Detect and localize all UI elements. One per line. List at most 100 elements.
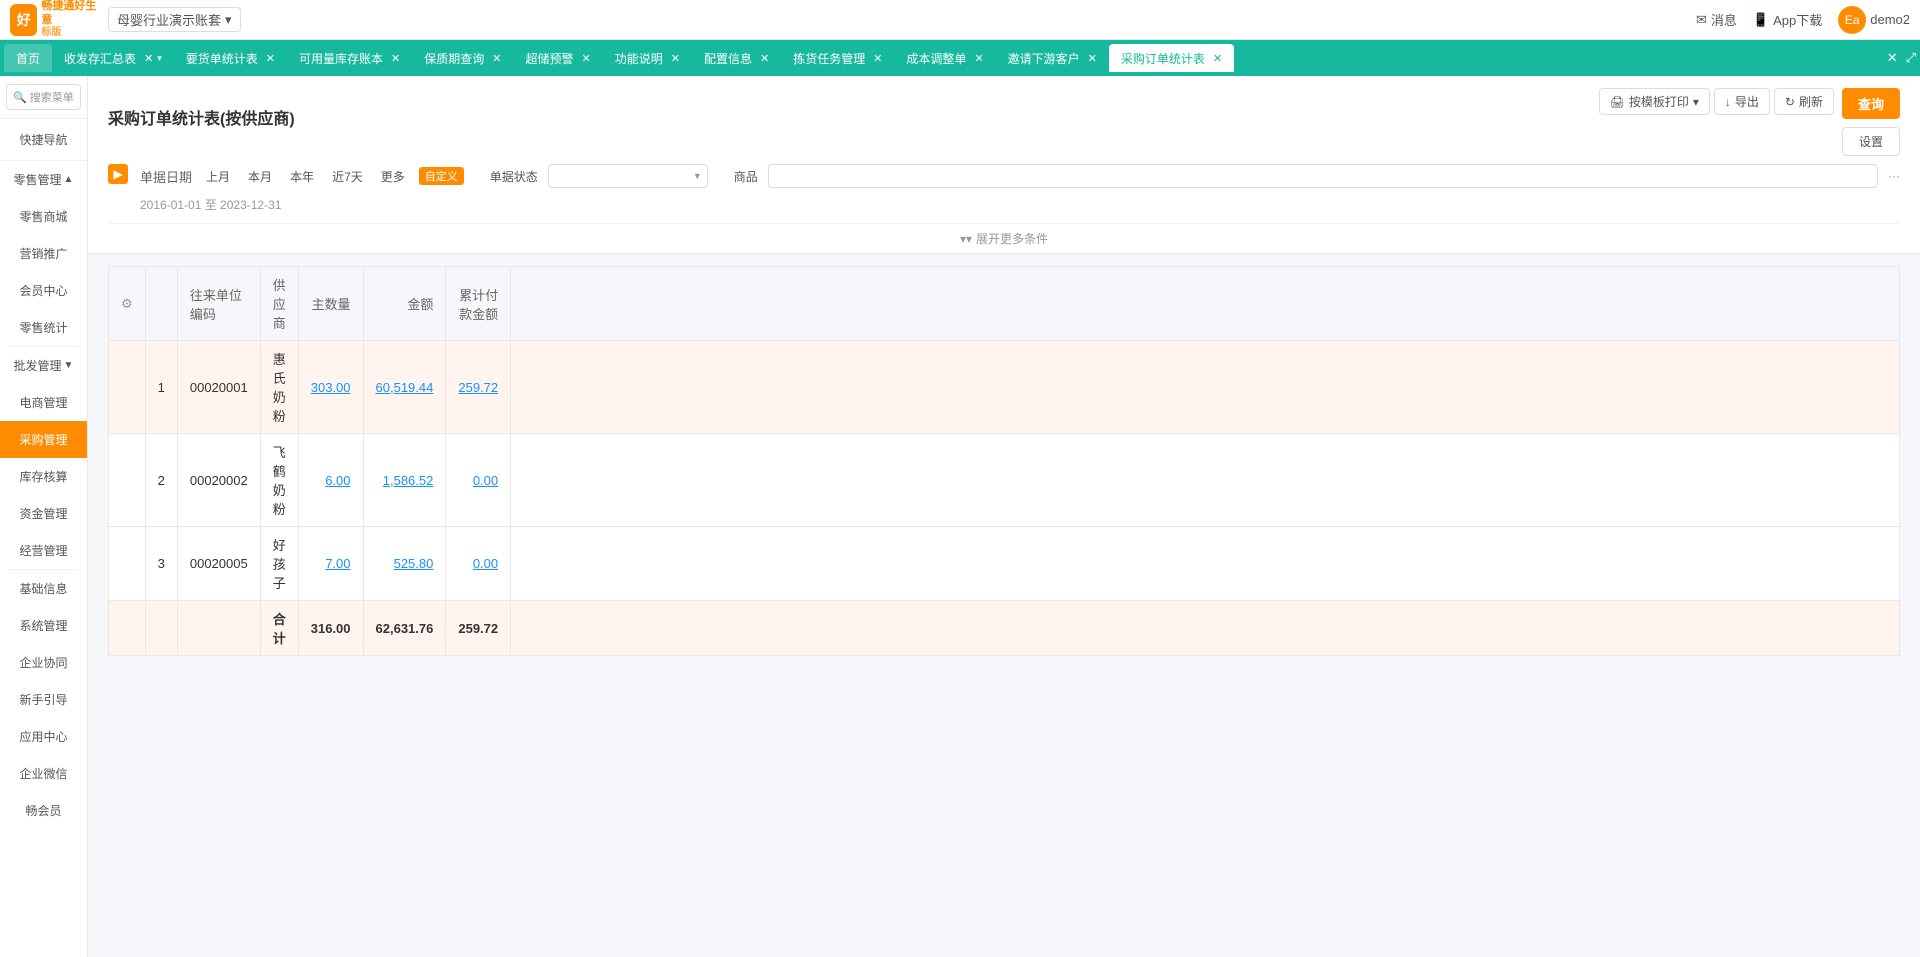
row-settings-cell	[109, 434, 146, 527]
message-button[interactable]: ✉ 消息	[1696, 10, 1737, 29]
chevron-down-icon: ▾	[157, 53, 162, 64]
row-settings-cell	[109, 341, 146, 434]
tab-function-desc[interactable]: 功能说明 ✕	[603, 44, 692, 72]
tab-close-function-desc[interactable]: ✕	[671, 52, 680, 65]
tab-expiry-query[interactable]: 保质期查询 ✕	[412, 44, 513, 72]
tab-home[interactable]: 首页	[4, 44, 52, 72]
tab-cost-adjust[interactable]: 成本调整单 ✕	[894, 44, 995, 72]
sidebar-item-member-center[interactable]: 会员中心	[0, 272, 87, 309]
tab-config-info[interactable]: 配置信息 ✕	[692, 44, 781, 72]
sidebar-item-quick-nav[interactable]: 快捷导航	[0, 123, 87, 156]
top-bar-right: ✉ 消息 📱 App下载 Ea demo2	[1696, 6, 1910, 34]
column-settings-icon[interactable]: ⚙	[121, 296, 133, 311]
row-settings-cell	[109, 527, 146, 601]
shortcut-this-year[interactable]: 本年	[286, 167, 318, 186]
tab-close-expiry-query[interactable]: ✕	[492, 52, 501, 65]
sidebar-item-retail-stats[interactable]: 零售统计	[0, 309, 87, 346]
footer-paid-cell: 259.72	[446, 601, 511, 656]
sidebar-item-basic-info[interactable]: 基础信息	[0, 570, 87, 607]
search-menu-button[interactable]: 🔍 搜索菜单	[6, 84, 81, 110]
avatar: Ea	[1838, 6, 1866, 34]
user-profile[interactable]: Ea demo2	[1838, 6, 1910, 34]
extra-cell	[511, 527, 1900, 601]
paid-amount-cell[interactable]: 259.72	[446, 341, 511, 434]
page-title: 采购订单统计表(按供应商)	[108, 105, 295, 129]
tab-close-cost-adjust[interactable]: ✕	[974, 52, 983, 65]
tab-close-invite-downstream[interactable]: ✕	[1088, 52, 1097, 65]
print-button[interactable]: 🖨 按模板打印 ▾	[1599, 88, 1710, 115]
tab-close-goods-summary[interactable]: ✕	[266, 52, 275, 65]
sidebar-item-enterprise-wechat[interactable]: 企业微信	[0, 755, 87, 792]
tab-goods-summary[interactable]: 要货单统计表 ✕	[174, 44, 287, 72]
sidebar-item-retail-mgmt[interactable]: 零售管理 ▲	[0, 161, 87, 198]
tab-close-purchase-summary[interactable]: ✕	[1213, 52, 1222, 65]
sidebar-item-enterprise-coop[interactable]: 企业协同	[0, 644, 87, 681]
workspace-selector[interactable]: 母婴行业演示账套 ▾	[108, 7, 241, 32]
tab-overstock-warning[interactable]: 超储预警 ✕	[513, 44, 602, 72]
sidebar-item-business-mgmt[interactable]: 经营管理	[0, 532, 87, 569]
supplier-code-cell: 00020005	[177, 527, 260, 601]
status-select[interactable]	[548, 164, 708, 188]
sidebar-item-vip-member[interactable]: 畅会员	[0, 792, 87, 829]
sidebar-item-wholesale-mgmt[interactable]: 批发管理 ▼	[0, 347, 87, 384]
sidebar-item-fund-mgmt[interactable]: 资金管理	[0, 495, 87, 532]
refresh-icon: ↻	[1785, 95, 1795, 109]
tab-close-receive-summary[interactable]: ✕	[144, 52, 153, 65]
filter-toggle-button[interactable]: ▶	[108, 164, 128, 184]
nav-right-icons: ✕ ⤢	[1887, 50, 1916, 66]
data-table: ⚙ 往来单位编码 供应商 主数量 金额 累计付款金额 1 00020001	[108, 266, 1900, 656]
tab-inventory-ledger[interactable]: 可用量库存账本 ✕	[287, 44, 412, 72]
footer-label-cell	[177, 601, 260, 656]
main-qty-cell[interactable]: 303.00	[298, 341, 363, 434]
sidebar-item-app-center[interactable]: 应用中心	[0, 718, 87, 755]
shortcut-more[interactable]: 更多	[377, 167, 409, 186]
amount-cell[interactable]: 60,519.44	[363, 341, 446, 434]
shortcut-this-month[interactable]: 本月	[244, 167, 276, 186]
status-filter-label: 单据状态	[490, 168, 538, 185]
footer-extra-cell	[511, 601, 1900, 656]
footer-amount-cell: 62,631.76	[363, 601, 446, 656]
export-icon: ↓	[1725, 95, 1731, 109]
sidebar-item-retail-mall[interactable]: 零售商城	[0, 198, 87, 235]
sidebar-item-system-mgmt[interactable]: 系统管理	[0, 607, 87, 644]
refresh-button[interactable]: ↻ 刷新	[1774, 88, 1834, 115]
tab-close-pick-task[interactable]: ✕	[873, 52, 882, 65]
sidebar-item-ecommerce-mgmt[interactable]: 电商管理	[0, 384, 87, 421]
tab-close-inventory-ledger[interactable]: ✕	[391, 52, 400, 65]
tab-close-overstock-warning[interactable]: ✕	[582, 52, 591, 65]
message-icon: ✉	[1696, 12, 1707, 28]
footer-supplier-cell: 合计	[260, 601, 298, 656]
settings-button[interactable]: 设置	[1842, 127, 1900, 156]
main-qty-cell[interactable]: 7.00	[298, 527, 363, 601]
shortcut-7days[interactable]: 近7天	[328, 167, 367, 186]
tab-invite-downstream[interactable]: 邀请下游客户 ✕	[996, 44, 1109, 72]
supplier-code-cell: 00020001	[177, 341, 260, 434]
nav-close-icon[interactable]: ✕	[1887, 50, 1898, 66]
paid-amount-cell[interactable]: 0.00	[446, 434, 511, 527]
sidebar-item-new-guide[interactable]: 新手引导	[0, 681, 87, 718]
goods-filter-label: 商品	[734, 168, 758, 185]
main-qty-cell[interactable]: 6.00	[298, 434, 363, 527]
expand-more-button[interactable]: ▾▾ 展开更多条件	[960, 230, 1048, 247]
custom-date-badge[interactable]: 自定义	[419, 167, 464, 185]
tab-pick-task[interactable]: 拣货任务管理 ✕	[781, 44, 894, 72]
sidebar-search-area: 🔍 搜索菜单	[0, 76, 87, 119]
amount-cell[interactable]: 1,586.52	[363, 434, 446, 527]
tab-purchase-summary[interactable]: 采购订单统计表 ✕	[1109, 44, 1234, 72]
arrow-icon: ▼	[64, 360, 74, 371]
row-num-cell: 3	[145, 527, 177, 601]
tab-receive-summary[interactable]: 收发存汇总表 ✕ ▾	[52, 44, 174, 72]
goods-input[interactable]	[768, 164, 1878, 188]
export-button[interactable]: ↓ 导出	[1714, 88, 1770, 115]
sidebar-item-inventory-check[interactable]: 库存核算	[0, 458, 87, 495]
sidebar-item-marketing[interactable]: 营销推广	[0, 235, 87, 272]
sidebar-item-purchase-mgmt[interactable]: 采购管理	[0, 421, 87, 458]
shortcut-last-month[interactable]: 上月	[202, 167, 234, 186]
amount-cell[interactable]: 525.80	[363, 527, 446, 601]
nav-maximize-icon[interactable]: ⤢	[1906, 50, 1916, 66]
tab-close-config-info[interactable]: ✕	[760, 52, 769, 65]
app-download-button[interactable]: 📱 App下载	[1753, 10, 1822, 29]
more-filter-icon[interactable]: ···	[1888, 169, 1900, 183]
paid-amount-cell[interactable]: 0.00	[446, 527, 511, 601]
query-button[interactable]: 查询	[1842, 88, 1900, 119]
